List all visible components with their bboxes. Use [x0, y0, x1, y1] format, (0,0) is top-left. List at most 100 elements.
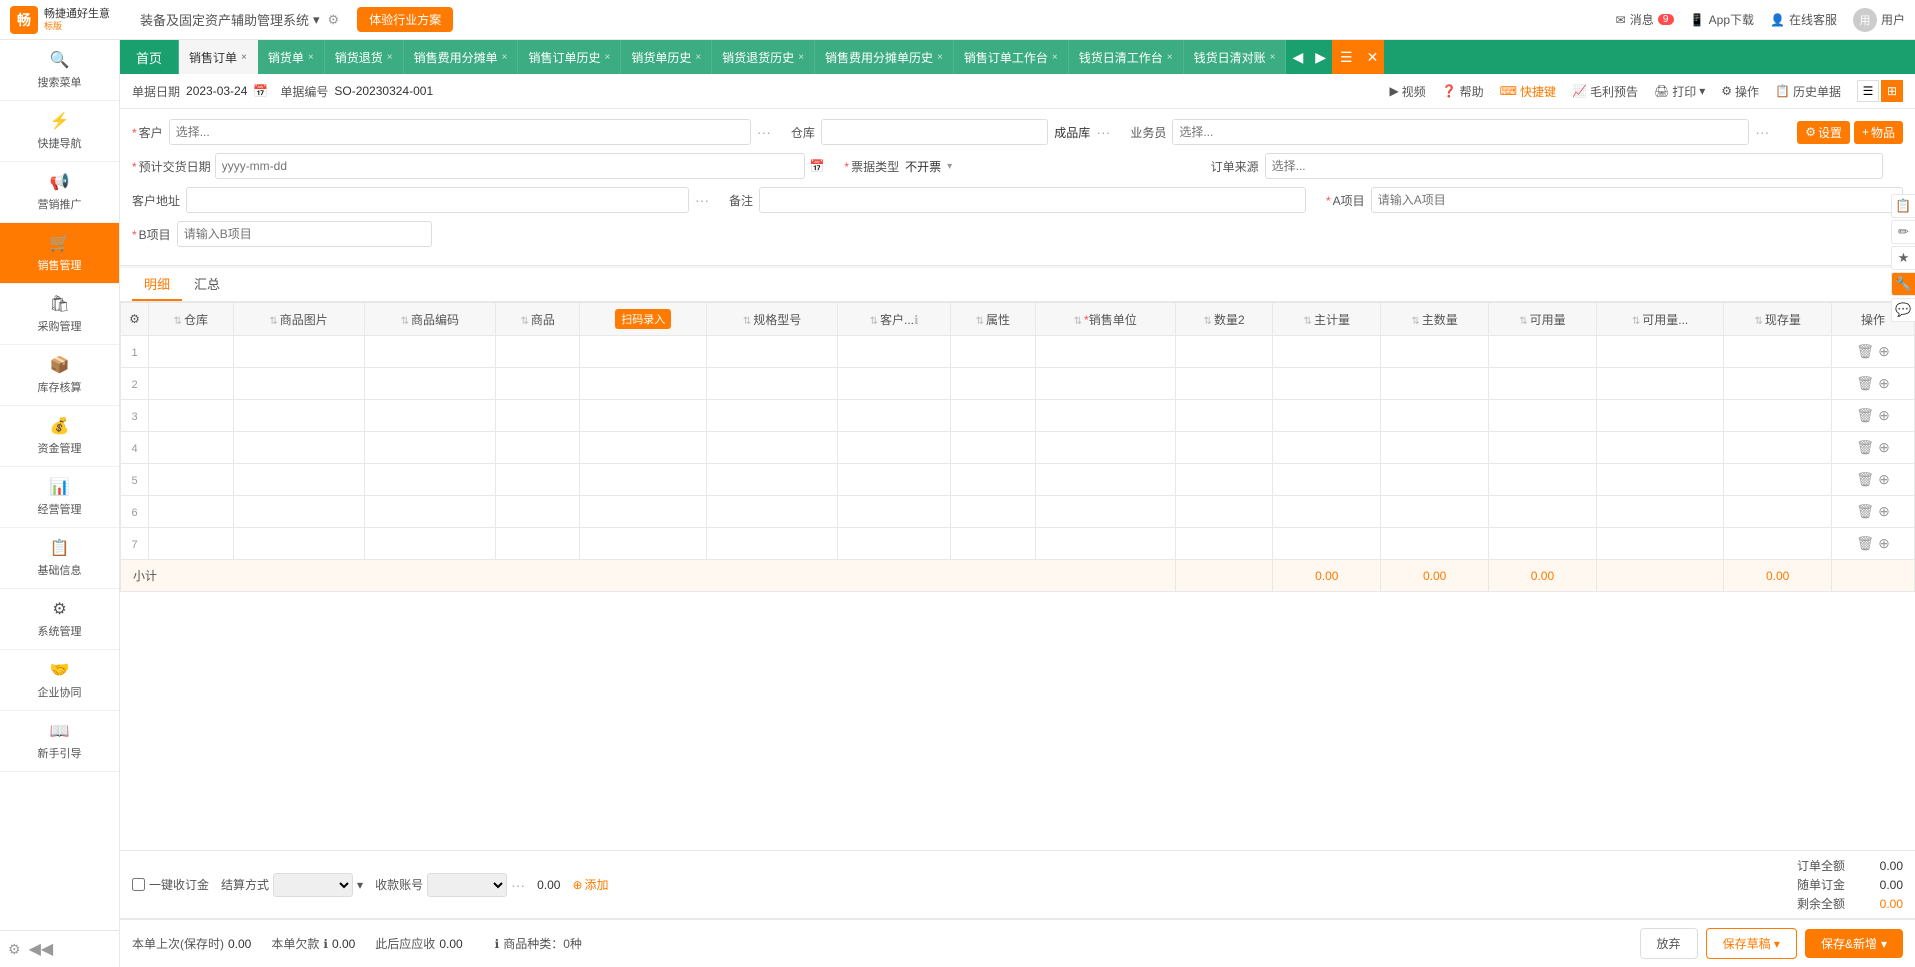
- cell-available2-7[interactable]: [1596, 528, 1723, 560]
- sidebar-collapse-btn[interactable]: ◀◀: [29, 939, 54, 959]
- cell-code-3[interactable]: [364, 400, 495, 432]
- cell-attribute-1[interactable]: [951, 336, 1036, 368]
- customer-more-icon[interactable]: ···: [757, 124, 771, 140]
- cell-image-1[interactable]: [233, 336, 364, 368]
- copy-row-icon[interactable]: ⊕: [1878, 343, 1890, 360]
- cell-available2-1[interactable]: [1596, 336, 1723, 368]
- copy-row-icon[interactable]: ⊕: [1878, 471, 1890, 488]
- cell-attribute-5[interactable]: [951, 464, 1036, 496]
- sidebar-settings-icon[interactable]: ⚙: [8, 941, 21, 958]
- tab-workbench[interactable]: 销售订单工作台 ×: [954, 40, 1069, 74]
- cell-spec-3[interactable]: [706, 400, 837, 432]
- tab-close-all-btn[interactable]: ✕: [1361, 40, 1385, 74]
- cell-unit-2[interactable]: [1035, 368, 1175, 400]
- float-btn-4[interactable]: 🔧: [1891, 272, 1915, 296]
- profit-action-btn[interactable]: 📈 毛利预告: [1568, 81, 1642, 102]
- b-project-input[interactable]: [177, 221, 432, 247]
- cell-available2-6[interactable]: [1596, 496, 1723, 528]
- industry-btn[interactable]: 体验行业方案: [357, 7, 453, 32]
- cell-available-6[interactable]: [1489, 496, 1597, 528]
- cell-spec-2[interactable]: [706, 368, 837, 400]
- sidebar-item-operations[interactable]: 📊 经营管理: [0, 467, 119, 528]
- sidebar-item-basicinfo[interactable]: 📋 基础信息: [0, 528, 119, 589]
- cell-customer-code-3[interactable]: [838, 400, 951, 432]
- tab-daily-workbench[interactable]: 钱货日清工作台 ×: [1069, 40, 1184, 74]
- tab-close-icon[interactable]: ×: [937, 52, 943, 63]
- cell-code-6[interactable]: [364, 496, 495, 528]
- cell-warehouse-6[interactable]: [149, 496, 234, 528]
- cell-qty2-3[interactable]: [1175, 400, 1272, 432]
- delete-row-icon[interactable]: 🗑: [1856, 503, 1874, 520]
- shortcut-action-btn[interactable]: ⌨ 快捷键: [1496, 81, 1560, 102]
- cell-unit-7[interactable]: [1035, 528, 1175, 560]
- draft-btn[interactable]: 保存草稿 ▾: [1706, 928, 1797, 959]
- cell-customer-code-2[interactable]: [838, 368, 951, 400]
- settings-btn[interactable]: ⚙ 设置: [1797, 121, 1850, 144]
- sidebar-item-guide[interactable]: 📖 新手引导: [0, 711, 119, 772]
- cell-warehouse-4[interactable]: [149, 432, 234, 464]
- cell-main-qty-2[interactable]: [1381, 368, 1489, 400]
- cell-available2-2[interactable]: [1596, 368, 1723, 400]
- tab-prev-btn[interactable]: ◀: [1286, 40, 1309, 74]
- cell-qty2-4[interactable]: [1175, 432, 1272, 464]
- view-action-btn[interactable]: ▶ 视频: [1385, 81, 1429, 102]
- tab-summary[interactable]: 汇总: [182, 268, 232, 301]
- sidebar-item-finance[interactable]: 💰 资金管理: [0, 406, 119, 467]
- cell-spec-4[interactable]: [706, 432, 837, 464]
- cell-warehouse-7[interactable]: [149, 528, 234, 560]
- cell-main-qty-4[interactable]: [1381, 432, 1489, 464]
- copy-row-icon[interactable]: ⊕: [1878, 407, 1890, 424]
- float-btn-5[interactable]: 💬: [1891, 298, 1915, 322]
- delete-row-icon[interactable]: 🗑: [1856, 535, 1874, 552]
- cell-qty2-6[interactable]: [1175, 496, 1272, 528]
- cell-spec-6[interactable]: [706, 496, 837, 528]
- cell-available-7[interactable]: [1489, 528, 1597, 560]
- tab-close-icon[interactable]: ×: [604, 52, 610, 63]
- cell-main-unit-1[interactable]: [1273, 336, 1381, 368]
- cell-available2-3[interactable]: [1596, 400, 1723, 432]
- cell-stock-2[interactable]: [1724, 368, 1832, 400]
- tab-more-btn[interactable]: ☰: [1332, 40, 1361, 74]
- delete-row-icon[interactable]: 🗑: [1856, 375, 1874, 392]
- cell-unit-5[interactable]: [1035, 464, 1175, 496]
- a-project-input[interactable]: [1371, 187, 1903, 213]
- th-settings[interactable]: ⚙: [121, 303, 149, 336]
- cell-spec-5[interactable]: [706, 464, 837, 496]
- cell-unit-1[interactable]: [1035, 336, 1175, 368]
- tab-close-icon[interactable]: ×: [1052, 52, 1058, 63]
- tab-order-history[interactable]: 销售订单历史 ×: [518, 40, 621, 74]
- cell-available2-5[interactable]: [1596, 464, 1723, 496]
- delivery-calendar-icon[interactable]: 📅: [809, 159, 824, 173]
- cell-code-5[interactable]: [364, 464, 495, 496]
- tab-close-icon[interactable]: ×: [1270, 52, 1276, 63]
- cell-main-unit-2[interactable]: [1273, 368, 1381, 400]
- cell-main-unit-5[interactable]: [1273, 464, 1381, 496]
- tab-close-icon[interactable]: ×: [502, 52, 508, 63]
- tab-close-icon[interactable]: ×: [308, 52, 314, 63]
- copy-row-icon[interactable]: ⊕: [1878, 503, 1890, 520]
- cell-stock-4[interactable]: [1724, 432, 1832, 464]
- history-action-btn[interactable]: 📋 历史单据: [1771, 81, 1845, 102]
- sidebar-item-search[interactable]: 🔍 搜索菜单: [0, 40, 119, 101]
- remark-input[interactable]: [759, 187, 1306, 213]
- cell-attribute-6[interactable]: [951, 496, 1036, 528]
- warehouse-more-icon[interactable]: ···: [1096, 124, 1110, 140]
- cell-warehouse-3[interactable]: [149, 400, 234, 432]
- table-container[interactable]: ⚙ ⇅仓库 ⇅商品图片 ⇅商品编码 ⇅商品 扫码录入 ⇅规格型号 ⇅客户...ℹ…: [120, 302, 1915, 850]
- cell-product-4[interactable]: [495, 432, 580, 464]
- cell-stock-3[interactable]: [1724, 400, 1832, 432]
- order-source-input[interactable]: [1265, 153, 1883, 179]
- cell-attribute-4[interactable]: [951, 432, 1036, 464]
- cell-customer-code-7[interactable]: [838, 528, 951, 560]
- delete-row-icon[interactable]: 🗑: [1856, 407, 1874, 424]
- save-dropdown-icon[interactable]: ▾: [1881, 937, 1887, 951]
- float-btn-1[interactable]: 📋: [1891, 194, 1915, 218]
- cell-spec-1[interactable]: [706, 336, 837, 368]
- online-service-btn[interactable]: 👤 在线客服: [1770, 11, 1837, 28]
- delivery-date-input[interactable]: [215, 153, 806, 179]
- discard-btn[interactable]: 放弃: [1640, 928, 1698, 959]
- cell-warehouse-1[interactable]: [149, 336, 234, 368]
- tab-close-icon[interactable]: ×: [798, 52, 804, 63]
- draft-dropdown-icon[interactable]: ▾: [1774, 937, 1780, 951]
- cell-code-7[interactable]: [364, 528, 495, 560]
